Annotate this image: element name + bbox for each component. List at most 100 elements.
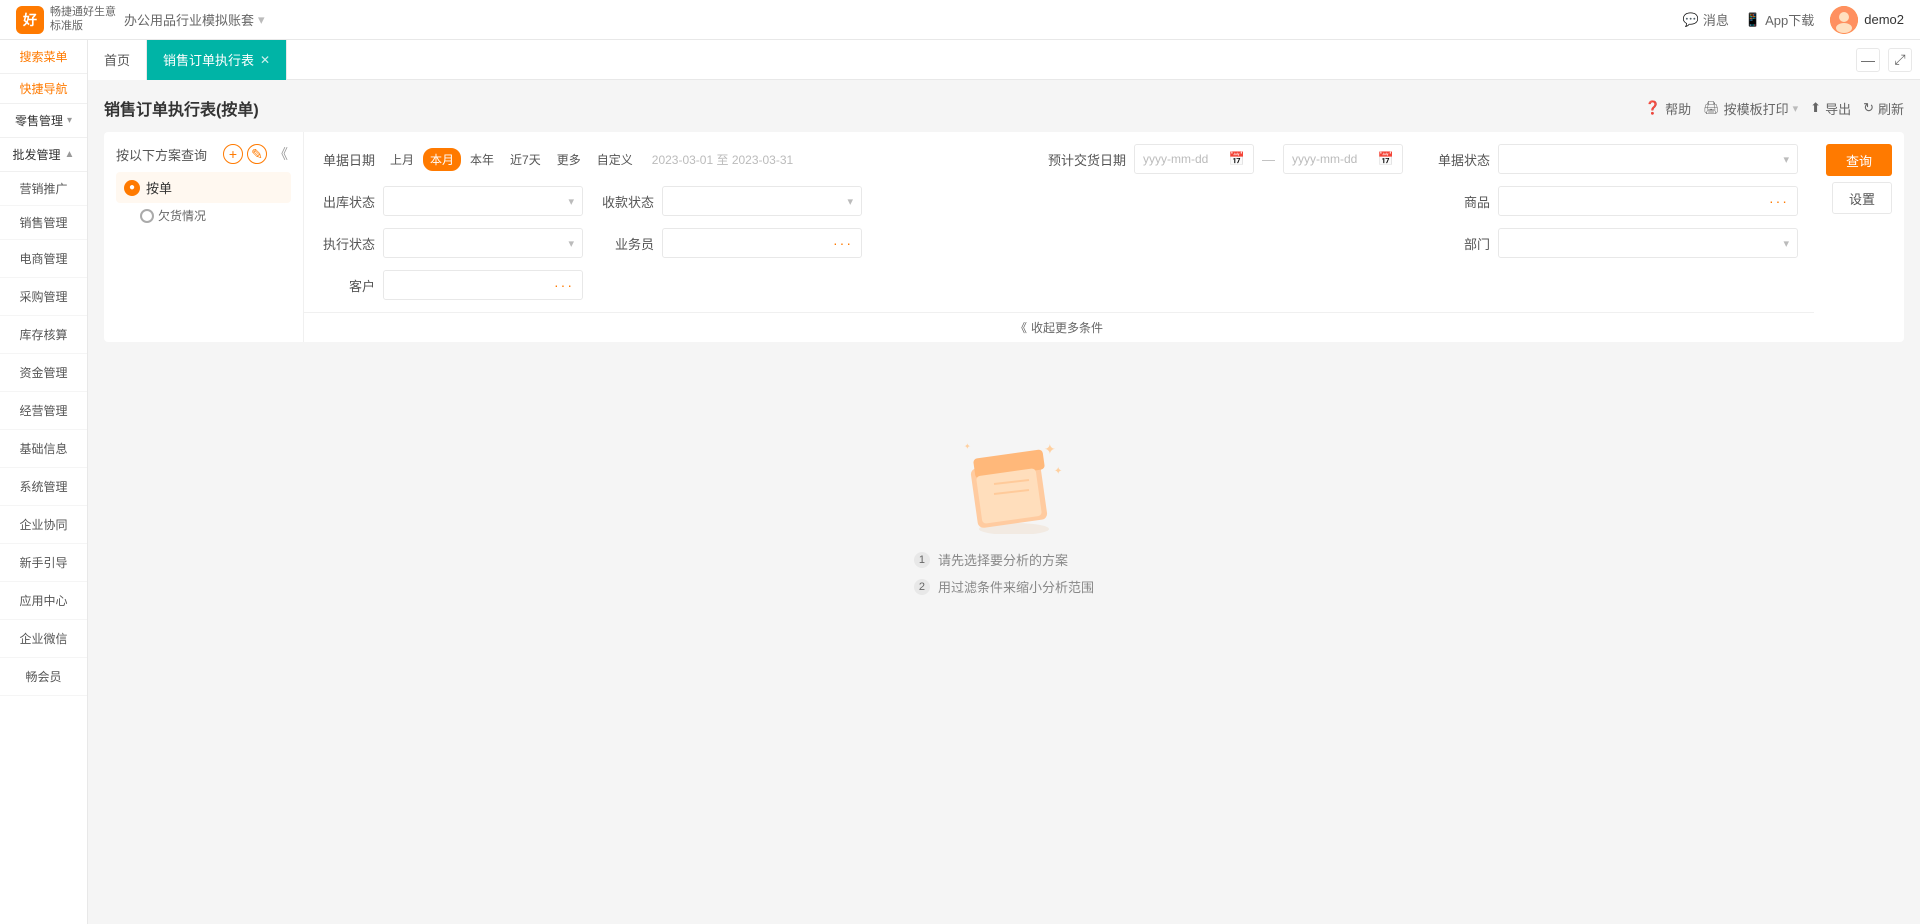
tab-sales-exec[interactable]: 销售订单执行表 ✕ — [147, 40, 287, 80]
scheme-add-btn[interactable]: + — [223, 144, 243, 164]
logo-icon: 好 — [16, 6, 44, 34]
sidebar-item-finance-mgmt[interactable]: 资金管理 — [0, 354, 87, 392]
tab-home[interactable]: 首页 — [88, 40, 147, 80]
sidebar-quick-nav[interactable]: 快捷导航 — [0, 74, 87, 104]
calendar-icon-2: 📅 — [1378, 151, 1394, 167]
top-bar-left: 好 畅捷通好生意 标准版 办公用品行业模拟账套 ▾ — [16, 6, 265, 34]
sales-rep-input[interactable]: ··· — [662, 228, 862, 258]
sidebar-item-ecom-mgmt[interactable]: 电商管理 — [0, 240, 87, 278]
logo-text: 畅捷通好生意 标准版 — [50, 6, 116, 32]
refresh-btn[interactable]: ↻ 刷新 — [1863, 99, 1904, 118]
query-btn[interactable]: 查询 — [1826, 144, 1892, 176]
sidebar-item-app-center[interactable]: 应用中心 — [0, 582, 87, 620]
status-select[interactable]: ▾ — [1498, 144, 1798, 174]
product-label: 商品 — [1435, 192, 1490, 211]
sidebar-item-basic-info[interactable]: 基础信息 — [0, 430, 87, 468]
breadcrumb[interactable]: 办公用品行业模拟账套 ▾ — [124, 10, 265, 29]
scheme-item-label: 按单 — [146, 178, 172, 197]
message-btn[interactable]: 💬 消息 — [1683, 10, 1729, 29]
setting-btn[interactable]: 设置 — [1832, 182, 1892, 214]
collapse-btn[interactable]: 《 收起更多条件 — [304, 312, 1814, 342]
delivery-status-select[interactable]: ▾ — [383, 186, 583, 216]
sidebar-item-corp-wechat[interactable]: 企业微信 — [0, 620, 87, 658]
sidebar-item-label: 批发管理 — [13, 146, 61, 163]
empty-step-1: 1 请先选择要分析的方案 — [914, 550, 1094, 569]
date-range-text: 2023-03-01 至 2023-03-31 — [652, 151, 793, 168]
collect-status-select[interactable]: ▾ — [662, 186, 862, 216]
filter-row-3: 执行状态 ▾ 业务员 ··· — [320, 228, 1798, 258]
scheme-collapse-btn[interactable]: 《 — [271, 144, 291, 164]
empty-step-2: 2 用过滤条件来缩小分析范围 — [914, 577, 1094, 596]
filter-item-sales-rep: 业务员 ··· — [599, 228, 862, 258]
sub-scheme-item-debt[interactable]: 欠货情况 — [116, 203, 291, 228]
filter-item-collect-status: 收款状态 ▾ — [599, 186, 862, 216]
page-title-bar: 销售订单执行表(按单) ❓ 帮助 🖨 按模板打印 ▾ ⬆ 导出 — [104, 96, 1904, 120]
empty-illustration: ✦ ✦ ✦ — [954, 434, 1054, 534]
breadcrumb-arrow-icon: ▾ — [258, 12, 265, 28]
filter-item-status: 单据状态 ▾ — [1435, 144, 1798, 174]
dept-label: 部门 — [1435, 234, 1490, 253]
scheme-header-label: 按以下方案查询 — [116, 145, 207, 164]
status-label: 单据状态 — [1435, 150, 1490, 169]
content-area: 首页 销售订单执行表 ✕ — ⤢ 销售订单执行表(按单) ❓ 帮助 — [88, 40, 1920, 924]
scheme-item-anorder[interactable]: ● 按单 — [116, 172, 291, 203]
filter-item-expected-delivery: 预计交货日期 yyyy-mm-dd 📅 — yyyy-mm-dd 📅 — [1046, 144, 1403, 174]
date-btn-this-year[interactable]: 本年 — [463, 148, 501, 171]
calendar-icon: 📅 — [1229, 151, 1245, 167]
page-content: 销售订单执行表(按单) ❓ 帮助 🖨 按模板打印 ▾ ⬆ 导出 — [88, 80, 1920, 924]
sidebar-item-sys-mgmt[interactable]: 系统管理 — [0, 468, 87, 506]
customer-input[interactable]: ··· — [383, 270, 583, 300]
export-btn[interactable]: ⬆ 导出 — [1810, 99, 1851, 118]
sidebar: 搜索菜单 快捷导航 零售管理 ▾ 批发管理 ▲ 营销推广 销售管理 电商管理 采… — [0, 40, 88, 924]
message-icon: 💬 — [1683, 12, 1699, 28]
svg-text:✦: ✦ — [964, 442, 971, 451]
app-download-btn[interactable]: 📱 App下载 — [1745, 10, 1814, 29]
print-btn[interactable]: 🖨 按模板打印 ▾ — [1703, 99, 1798, 118]
sidebar-item-operations-mgmt[interactable]: 经营管理 — [0, 392, 87, 430]
date-btn-last-month[interactable]: 上月 — [383, 148, 421, 171]
app-icon: 📱 — [1745, 12, 1761, 28]
date-to-val: yyyy-mm-dd — [1292, 152, 1357, 166]
sidebar-item-sales-mgmt[interactable]: 销售管理 — [0, 206, 87, 240]
date-btn-7days[interactable]: 近7天 — [503, 148, 548, 171]
main-layout: 搜索菜单 快捷导航 零售管理 ▾ 批发管理 ▲ 营销推广 销售管理 电商管理 采… — [0, 40, 1920, 924]
chevron-up-icon: ▲ — [65, 149, 75, 160]
date-btn-custom[interactable]: 自定义 — [590, 148, 640, 171]
page-title: 销售订单执行表(按单) — [104, 96, 259, 120]
help-icon: ❓ — [1645, 100, 1661, 116]
sidebar-item-corp-collab[interactable]: 企业协同 — [0, 506, 87, 544]
tab-home-label: 首页 — [104, 50, 130, 69]
sidebar-item-new-guide[interactable]: 新手引导 — [0, 544, 87, 582]
help-btn[interactable]: ❓ 帮助 — [1645, 99, 1691, 118]
tab-close-icon[interactable]: ✕ — [260, 53, 270, 67]
date-btn-more[interactable]: 更多 — [550, 148, 588, 171]
dept-select[interactable]: ▾ — [1498, 228, 1798, 258]
minimize-btn[interactable]: — — [1856, 48, 1880, 72]
scheme-item-icon: ● — [124, 180, 140, 196]
exec-status-select[interactable]: ▾ — [383, 228, 583, 258]
sales-rep-more-icon: ··· — [833, 235, 853, 251]
date-btn-this-month[interactable]: 本月 — [423, 148, 461, 171]
scheme-edit-btn[interactable]: ✎ — [247, 144, 267, 164]
user-area[interactable]: demo2 — [1830, 6, 1904, 34]
empty-state: ✦ ✦ ✦ 1 请先选择要分析的方案 2 用过滤条件来缩小分析范围 — [104, 354, 1904, 676]
sidebar-item-marketing[interactable]: 营销推广 — [0, 172, 87, 206]
sidebar-item-purchase-mgmt[interactable]: 采购管理 — [0, 278, 87, 316]
collect-status-label: 收款状态 — [599, 192, 654, 211]
filter-actions-col: 查询 设置 — [1814, 132, 1904, 342]
filter-row-2: 出库状态 ▾ 收款状态 — [320, 186, 1798, 216]
expected-date-to-input[interactable]: yyyy-mm-dd 📅 — [1283, 144, 1403, 174]
top-bar-right: 💬 消息 📱 App下载 demo2 — [1683, 6, 1904, 34]
sidebar-item-membership[interactable]: 畅会员 — [0, 658, 87, 696]
sidebar-item-inventory-calc[interactable]: 库存核算 — [0, 316, 87, 354]
print-icon: 🖨 — [1703, 100, 1720, 116]
product-input[interactable]: ··· — [1498, 186, 1798, 216]
sidebar-item-wholesale-mgmt[interactable]: 批发管理 ▲ — [0, 138, 87, 172]
filter-panel: 按以下方案查询 + ✎ 《 ● 按单 — [104, 132, 1904, 342]
expected-date-from-input[interactable]: yyyy-mm-dd 📅 — [1134, 144, 1254, 174]
maximize-btn[interactable]: ⤢ — [1888, 48, 1912, 72]
print-arrow-icon: ▾ — [1793, 102, 1799, 115]
sidebar-search[interactable]: 搜索菜单 — [0, 40, 87, 74]
filter-item-delivery-status: 出库状态 ▾ — [320, 186, 583, 216]
sidebar-item-retail-mgmt[interactable]: 零售管理 ▾ — [0, 104, 87, 138]
